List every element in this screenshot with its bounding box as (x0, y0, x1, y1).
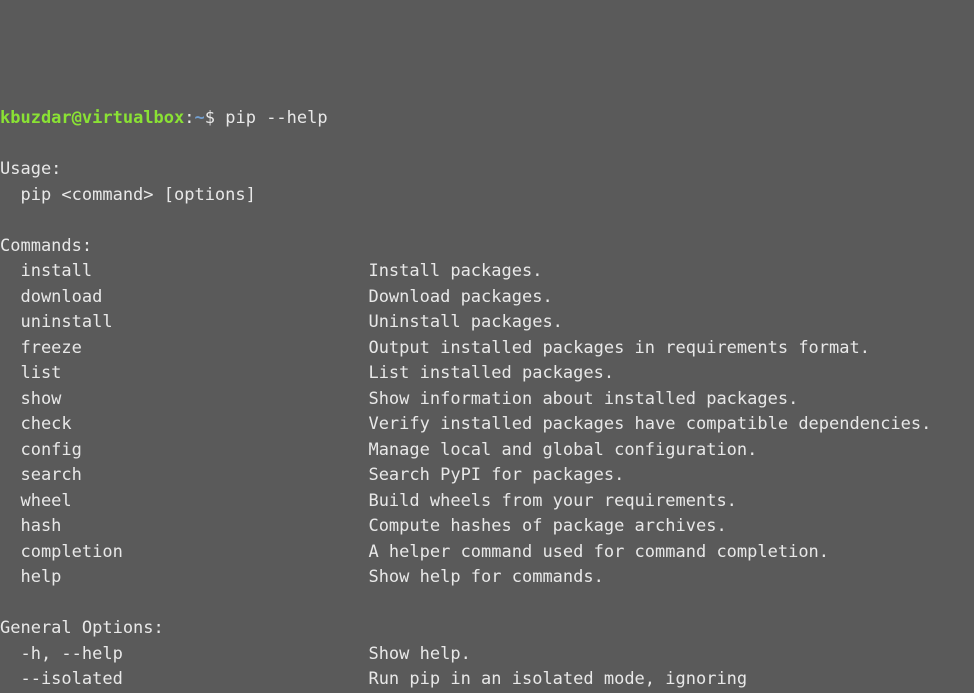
usage-header: Usage: (0, 159, 61, 179)
prompt-host: virtualbox (82, 108, 184, 128)
prompt-dollar: $ (205, 108, 225, 128)
commands-list: install Install packages. download Downl… (0, 261, 931, 587)
usage-line: pip <command> [options] (0, 185, 256, 205)
general-options-header: General Options: (0, 618, 164, 638)
prompt-path: ~ (195, 108, 205, 128)
general-options-list: -h, --help Show help. --isolated Run pip… (0, 644, 747, 690)
prompt-user: kbuzdar (0, 108, 72, 128)
commands-header: Commands: (0, 236, 92, 256)
terminal-output: Usage: pip <command> [options] Commands:… (0, 159, 931, 689)
prompt-colon: : (184, 108, 194, 128)
prompt-at: @ (72, 108, 82, 128)
command-input[interactable]: pip --help (225, 108, 327, 128)
terminal-prompt: kbuzdar@virtualbox:~$ (0, 108, 225, 128)
